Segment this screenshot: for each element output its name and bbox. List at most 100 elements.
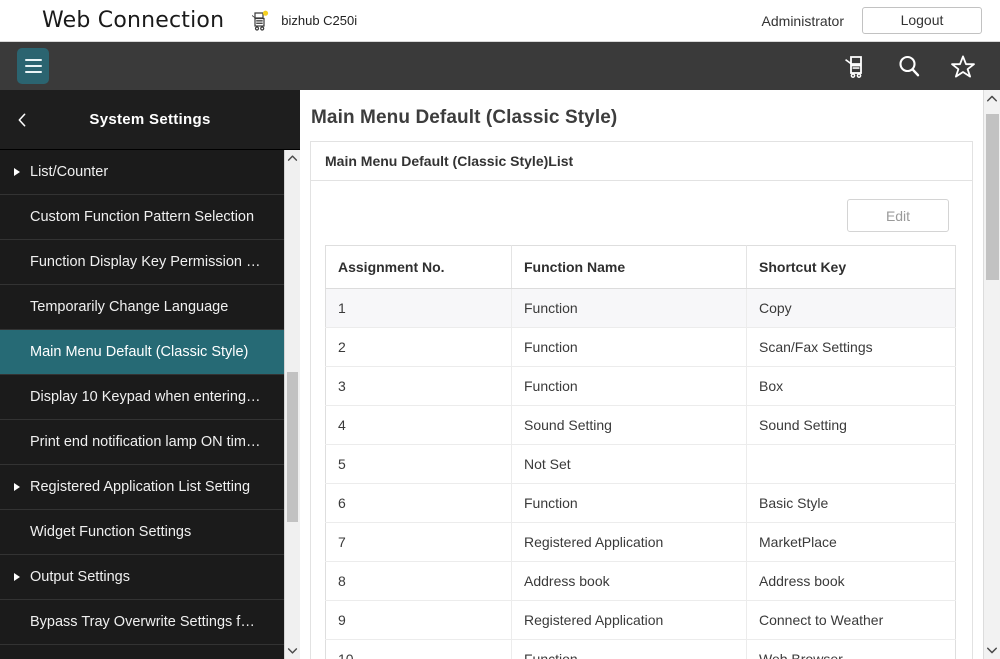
sidebar-item-temporarily-change-language[interactable]: Temporarily Change Language (0, 285, 284, 330)
sidebar-item-label: Widget Function Settings (30, 524, 191, 540)
sidebar-item-label: List/Counter (30, 164, 108, 180)
cell-function-name: Registered Application (512, 523, 747, 562)
main-scrollbar[interactable] (983, 90, 1000, 659)
table-row[interactable]: 9 Registered Application Connect to Weat… (326, 601, 956, 640)
sidebar-item-label: Main Menu Default (Classic Style) (30, 344, 248, 360)
table-row[interactable]: 5 Not Set (326, 445, 956, 484)
cell-assignment-no: 10 (326, 640, 512, 659)
cell-assignment-no: 1 (326, 289, 512, 328)
main-scroll-thumb[interactable] (986, 114, 999, 280)
sidebar-item-custom-function-pattern-selection[interactable]: Custom Function Pattern Selection (0, 195, 284, 240)
cell-assignment-no: 9 (326, 601, 512, 640)
sidebar-item-label: Function Display Key Permission Se... (30, 254, 262, 270)
back-chevron-icon[interactable] (12, 109, 34, 131)
cell-assignment-no: 3 (326, 367, 512, 406)
sidebar-title: System Settings (0, 111, 300, 128)
sidebar-item-list-counter[interactable]: List/Counter (0, 150, 284, 195)
content-panel: Main Menu Default (Classic Style)List Ed… (310, 141, 973, 659)
table-row[interactable]: 10 Function Web Browser (326, 640, 956, 659)
user-role-label: Administrator (762, 13, 844, 29)
expand-caret-icon (14, 483, 20, 491)
printer-status-icon[interactable] (842, 53, 868, 79)
cell-function-name: Address book (512, 562, 747, 601)
table-row[interactable]: 6 Function Basic Style (326, 484, 956, 523)
sidebar-item-print-end-notification-lamp[interactable]: Print end notification lamp ON time... (0, 420, 284, 465)
expand-caret-icon (14, 168, 20, 176)
cell-assignment-no: 7 (326, 523, 512, 562)
logout-button[interactable]: Logout (862, 7, 982, 34)
cell-shortcut-key: Sound Setting (747, 406, 956, 445)
sidebar-item-main-menu-default-classic-style[interactable]: Main Menu Default (Classic Style) (0, 330, 284, 375)
table-row[interactable]: 8 Address book Address book (326, 562, 956, 601)
cell-function-name: Function (512, 640, 747, 659)
sidebar-header: System Settings (0, 90, 300, 150)
table-body: 1 Function Copy 2 Function Scan/Fax Sett… (326, 289, 956, 659)
column-header-assignment-no: Assignment No. (326, 246, 512, 289)
brand-title: Web Connection (42, 8, 224, 33)
device-name-label: bizhub C250i (281, 13, 357, 28)
device-info: bizhub C250i (250, 9, 357, 33)
page-title: Main Menu Default (Classic Style) (300, 90, 983, 129)
sidebar-item-function-display-key-permission[interactable]: Function Display Key Permission Se... (0, 240, 284, 285)
sidebar-menu-list: List/Counter Custom Function Pattern Sel… (0, 150, 300, 659)
cell-function-name: Sound Setting (512, 406, 747, 445)
hamburger-line (25, 65, 42, 67)
sidebar-item-label: Registered Application List Setting (30, 479, 250, 495)
cell-shortcut-key: Box (747, 367, 956, 406)
sidebar-item-widget-function-settings[interactable]: Widget Function Settings (0, 510, 284, 555)
top-header-bar: Web Connection bizhub C250i Administrato… (0, 0, 1000, 42)
cell-assignment-no: 8 (326, 562, 512, 601)
navigation-bar (0, 42, 1000, 90)
cell-assignment-no: 2 (326, 328, 512, 367)
sidebar-item-bypass-tray-overwrite-settings[interactable]: Bypass Tray Overwrite Settings for... (0, 600, 284, 645)
sidebar-item-label: Output Settings (30, 569, 130, 585)
sidebar-item-display-10-keypad[interactable]: Display 10 Keypad when entering N... (0, 375, 284, 420)
cell-assignment-no: 5 (326, 445, 512, 484)
main-scroll-up-button[interactable] (984, 90, 1000, 108)
sidebar-scrollbar[interactable] (284, 150, 300, 659)
panel-body: Edit Assignment No. Function Name Shortc… (311, 181, 972, 659)
edit-button[interactable]: Edit (847, 199, 949, 232)
table-row[interactable]: 3 Function Box (326, 367, 956, 406)
cell-function-name: Function (512, 289, 747, 328)
table-header-row: Assignment No. Function Name Shortcut Ke… (326, 246, 956, 289)
cell-shortcut-key: Scan/Fax Settings (747, 328, 956, 367)
panel-title: Main Menu Default (Classic Style)List (311, 142, 972, 181)
cell-assignment-no: 6 (326, 484, 512, 523)
column-header-function-name: Function Name (512, 246, 747, 289)
sidebar-item-label: Bypass Tray Overwrite Settings for... (30, 614, 262, 630)
main-scroll-down-button[interactable] (984, 641, 1000, 659)
hamburger-line (25, 59, 42, 61)
sidebar-scroll-thumb[interactable] (287, 372, 298, 522)
sidebar-scroll-down-button[interactable] (285, 642, 300, 659)
sidebar-item-label: Temporarily Change Language (30, 299, 228, 315)
cell-shortcut-key: MarketPlace (747, 523, 956, 562)
app-window: Web Connection bizhub C250i Administrato… (0, 0, 1000, 659)
table-row[interactable]: 4 Sound Setting Sound Setting (326, 406, 956, 445)
cell-function-name: Not Set (512, 445, 747, 484)
sidebar-scroll-up-button[interactable] (285, 150, 300, 167)
cell-function-name: Registered Application (512, 601, 747, 640)
header-actions: Administrator Logout (762, 7, 982, 34)
cell-shortcut-key: Copy (747, 289, 956, 328)
table-row[interactable]: 2 Function Scan/Fax Settings (326, 328, 956, 367)
sidebar-item-label: Display 10 Keypad when entering N... (30, 389, 262, 405)
sidebar-item-registered-application-list-setting[interactable]: Registered Application List Setting (0, 465, 284, 510)
column-header-shortcut-key: Shortcut Key (747, 246, 956, 289)
table-row[interactable]: 1 Function Copy (326, 289, 956, 328)
table-row[interactable]: 7 Registered Application MarketPlace (326, 523, 956, 562)
hamburger-line (25, 71, 42, 73)
hamburger-menu-icon[interactable] (17, 48, 49, 84)
cell-shortcut-key: Web Browser (747, 640, 956, 659)
table-toolbar: Edit (325, 181, 958, 245)
sidebar-item-label: Custom Function Pattern Selection (30, 209, 254, 225)
cell-shortcut-key: Connect to Weather (747, 601, 956, 640)
cell-shortcut-key (747, 445, 956, 484)
star-favorite-icon[interactable] (950, 53, 976, 79)
cell-assignment-no: 4 (326, 406, 512, 445)
cell-shortcut-key: Basic Style (747, 484, 956, 523)
search-icon[interactable] (896, 53, 922, 79)
sidebar-item-output-settings[interactable]: Output Settings (0, 555, 284, 600)
expand-caret-icon (14, 573, 20, 581)
cell-function-name: Function (512, 367, 747, 406)
